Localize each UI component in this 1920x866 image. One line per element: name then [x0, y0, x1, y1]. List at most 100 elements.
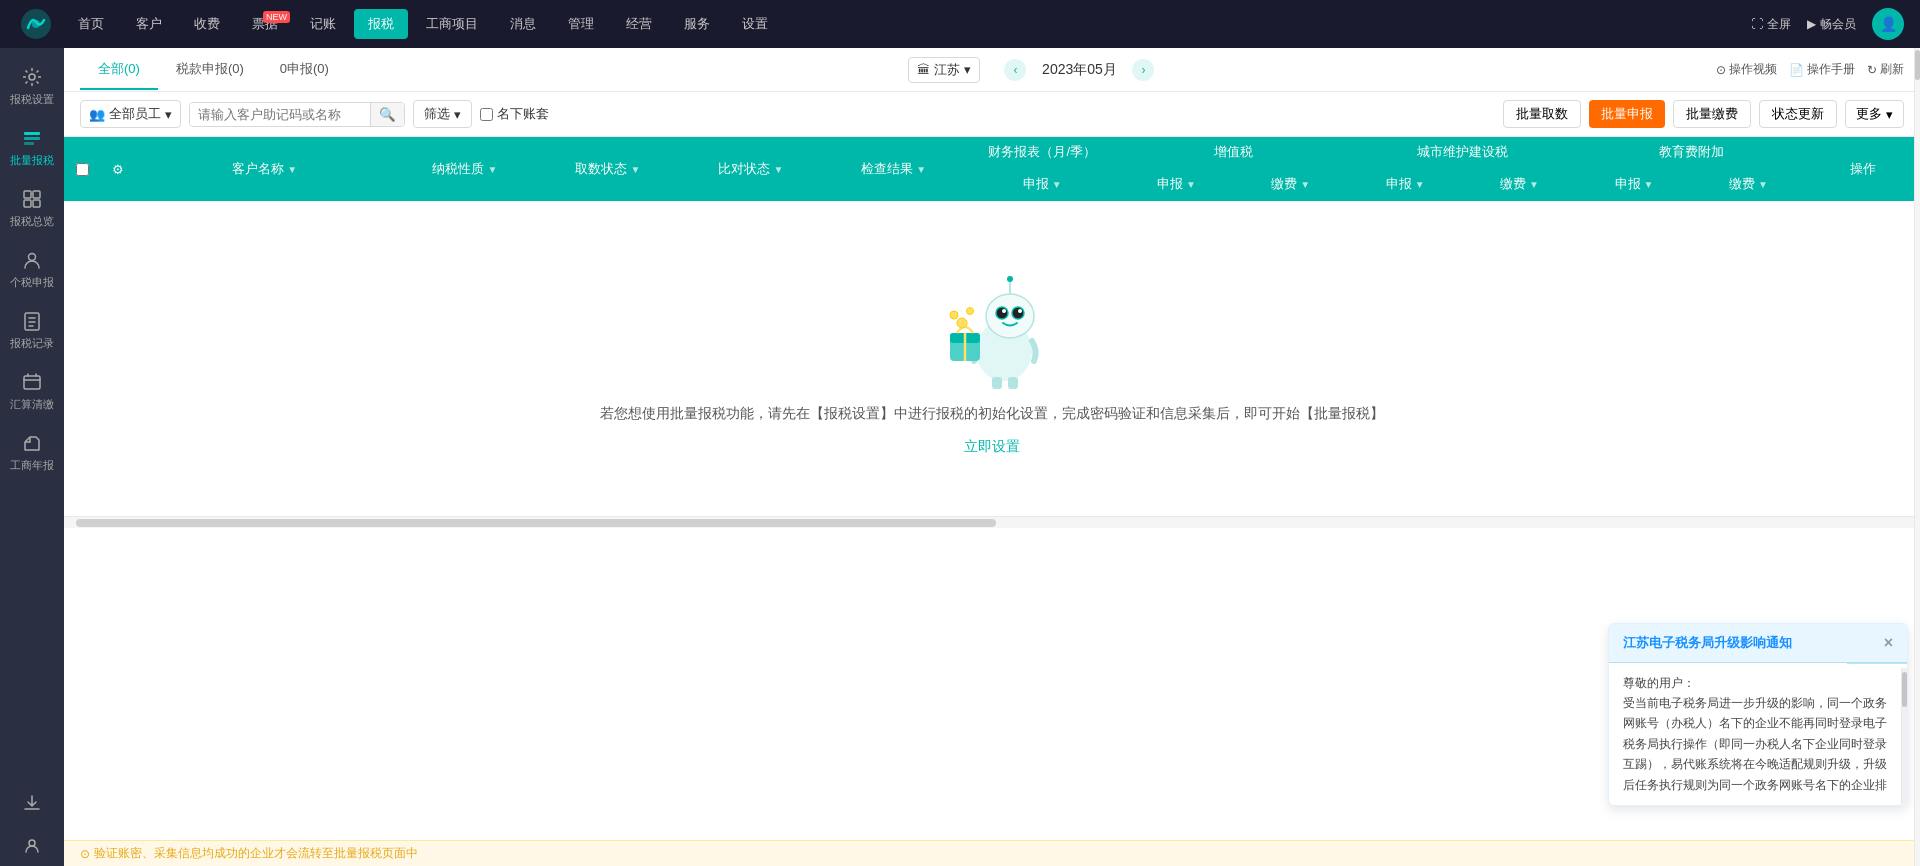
- month-nav: ‹ 2023年05月 ›: [1004, 59, 1154, 81]
- province-icon: 🏛: [917, 62, 930, 77]
- vat-declare-filter[interactable]: ▼: [1186, 179, 1196, 190]
- vat-pay-filter[interactable]: ▼: [1300, 179, 1310, 190]
- batch-pay-btn[interactable]: 批量缴费: [1673, 100, 1751, 128]
- employee-filter[interactable]: 👥 全部员工 ▾: [80, 100, 181, 128]
- video-icon: ⊙: [1716, 63, 1726, 77]
- nav-message[interactable]: 消息: [496, 9, 550, 39]
- city-group-header: 城市维护建设税: [1348, 137, 1577, 167]
- filter-button[interactable]: 筛选 ▾: [413, 100, 472, 128]
- annual-settle-icon: [21, 371, 43, 393]
- video-action[interactable]: ⊙ 操作视频: [1716, 61, 1777, 78]
- sidebar-item-personal-tax[interactable]: 个税申报: [0, 239, 64, 300]
- customer-filter-icon[interactable]: ▼: [287, 164, 297, 175]
- svg-rect-8: [24, 200, 31, 207]
- fullscreen-icon: ⛶: [1751, 17, 1763, 31]
- user-avatar[interactable]: 👤: [1872, 8, 1904, 40]
- filter-chevron-icon: ▾: [454, 107, 461, 122]
- empty-message: 若您想使用批量报税功能，请先在【报税设置】中进行报税的初始化设置，完成密码验证和…: [600, 401, 1384, 426]
- taxtype-filter-icon[interactable]: ▼: [487, 164, 497, 175]
- sidebar-item-tax-settings[interactable]: 报税设置: [0, 56, 64, 117]
- sidebar-download[interactable]: [0, 782, 64, 824]
- sidebar-item-business-report[interactable]: 工商年报: [0, 422, 64, 483]
- search-input[interactable]: [190, 103, 370, 126]
- sidebar-label-tax-record: 报税记录: [10, 336, 54, 351]
- select-all-checkbox[interactable]: [76, 163, 89, 176]
- notification-panel: 江苏电子税务局升级影响通知 × 尊敬的用户： 受当前电子税务局进一步升级的影响，…: [1608, 623, 1908, 806]
- sidebar-item-overview[interactable]: 报税总览: [0, 178, 64, 239]
- book-icon: 📄: [1789, 63, 1804, 77]
- app-logo[interactable]: [16, 4, 56, 44]
- nav-home[interactable]: 首页: [64, 9, 118, 39]
- page-scrollbar[interactable]: [1914, 48, 1920, 866]
- nav-invoice[interactable]: 票据 NEW: [238, 9, 292, 39]
- svg-point-26: [957, 318, 967, 328]
- search-button[interactable]: 🔍: [370, 103, 404, 126]
- account-checkbox[interactable]: [480, 108, 493, 121]
- horizontal-scrollbar[interactable]: [64, 516, 1920, 528]
- tab-zero-declare[interactable]: 0申报(0): [262, 50, 347, 90]
- page-scroll-thumb: [1915, 50, 1920, 80]
- gear-icon[interactable]: ⚙: [112, 162, 124, 177]
- sidebar-item-batch-tax[interactable]: 批量报税: [0, 117, 64, 178]
- tax-settings-icon: [21, 66, 43, 88]
- vip-btn[interactable]: ▶ 畅会员: [1807, 16, 1856, 33]
- refresh-action[interactable]: ↻ 刷新: [1867, 61, 1904, 78]
- download-icon: [21, 792, 43, 814]
- nav-business[interactable]: 工商项目: [412, 9, 492, 39]
- employee-icon: 👥: [89, 107, 105, 122]
- city-pay-filter[interactable]: ▼: [1529, 179, 1539, 190]
- notification-scroll-thumb: [1902, 672, 1907, 707]
- financial-report-group-header: 财务报表（月/季）: [965, 137, 1119, 167]
- education-group-header: 教育费附加: [1577, 137, 1806, 167]
- robot-illustration: [932, 261, 1052, 381]
- city-declare-filter[interactable]: ▼: [1415, 179, 1425, 190]
- notification-scrollbar[interactable]: [1901, 668, 1907, 805]
- svg-point-28: [967, 308, 974, 315]
- notification-body: 尊敬的用户： 受当前电子税务局进一步升级的影响，同一个政务网账号（办税人）名下的…: [1609, 663, 1907, 805]
- fetch-filter-icon[interactable]: ▼: [630, 164, 640, 175]
- next-month-btn[interactable]: ›: [1132, 59, 1154, 81]
- compare-filter-icon[interactable]: ▼: [773, 164, 783, 175]
- sidebar-label-batch-tax: 批量报税: [10, 153, 54, 168]
- sidebar-item-tax-record[interactable]: 报税记录: [0, 300, 64, 361]
- tab-all[interactable]: 全部(0): [80, 50, 158, 90]
- edu-pay-filter[interactable]: ▼: [1758, 179, 1768, 190]
- more-btn[interactable]: 更多 ▾: [1845, 100, 1904, 128]
- prev-month-btn[interactable]: ‹: [1004, 59, 1026, 81]
- batch-declare-btn[interactable]: 批量申报: [1589, 100, 1665, 128]
- chevron-down-icon: ▾: [964, 62, 971, 77]
- svg-rect-3: [24, 132, 40, 135]
- nav-service[interactable]: 服务: [670, 9, 724, 39]
- nav-operation[interactable]: 经营: [612, 9, 666, 39]
- province-selector[interactable]: 🏛 江苏 ▾: [908, 57, 980, 83]
- tab-tax-declare[interactable]: 税款申报(0): [158, 50, 262, 90]
- overview-icon: [21, 188, 43, 210]
- svg-rect-12: [24, 376, 40, 389]
- nav-fee[interactable]: 收费: [180, 9, 234, 39]
- account-checkbox-label: 名下账套: [480, 105, 549, 123]
- svg-point-22: [1007, 276, 1013, 282]
- status-text: 验证账密、采集信息均成功的企业才会流转至批量报税页面中: [94, 845, 418, 862]
- batch-fetch-btn[interactable]: 批量取数: [1503, 100, 1581, 128]
- setup-link[interactable]: 立即设置: [964, 438, 1020, 456]
- check-filter-icon[interactable]: ▼: [916, 164, 926, 175]
- tabs-nav: 全部(0) 税款申报(0) 0申报(0): [80, 50, 347, 90]
- notification-close-btn[interactable]: ×: [1884, 634, 1893, 652]
- nav-items: 首页 客户 收费 票据 NEW 记账 报税 工商项目 消息 管理 经营 服务 设…: [64, 9, 1751, 39]
- current-month: 2023年05月: [1034, 61, 1124, 79]
- status-update-btn[interactable]: 状态更新: [1759, 100, 1837, 128]
- fullscreen-btn[interactable]: ⛶ 全屏: [1751, 16, 1791, 33]
- fin-report-sub-filter[interactable]: ▼: [1052, 179, 1062, 190]
- sidebar-item-annual-settle[interactable]: 汇算清缴: [0, 361, 64, 422]
- nav-manage[interactable]: 管理: [554, 9, 608, 39]
- manual-action[interactable]: 📄 操作手册: [1789, 61, 1855, 78]
- svg-rect-30: [1008, 377, 1018, 389]
- edu-declare-filter[interactable]: ▼: [1644, 179, 1654, 190]
- nav-customer[interactable]: 客户: [122, 9, 176, 39]
- nav-bookkeeping[interactable]: 记账: [296, 9, 350, 39]
- sidebar-user[interactable]: [0, 824, 64, 866]
- svg-point-1: [32, 20, 40, 28]
- nav-settings[interactable]: 设置: [728, 9, 782, 39]
- nav-tax[interactable]: 报税: [354, 9, 408, 39]
- top-navigation: 首页 客户 收费 票据 NEW 记账 报税 工商项目 消息 管理 经营 服务 设…: [0, 0, 1920, 48]
